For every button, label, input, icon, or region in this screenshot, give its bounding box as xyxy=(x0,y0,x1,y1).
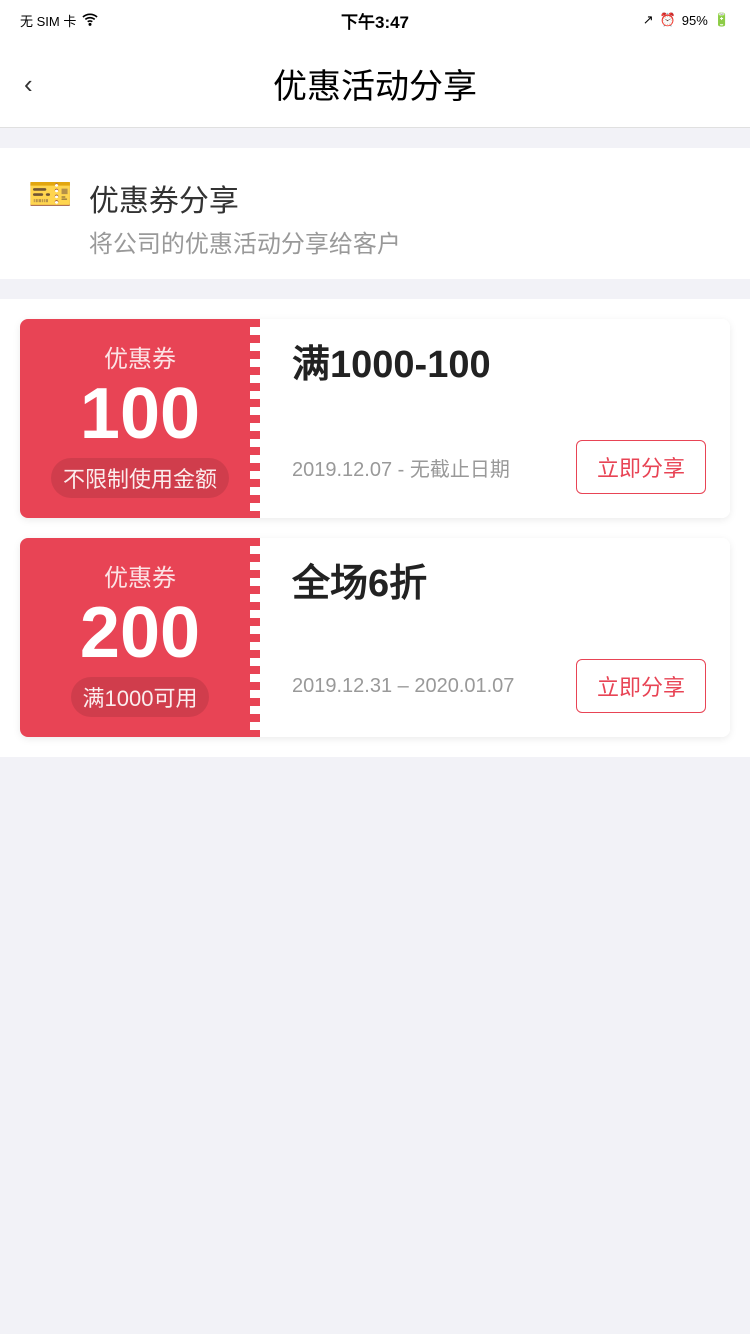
back-button[interactable]: ‹ xyxy=(24,71,33,97)
coupon-condition-2: 满1000可用 xyxy=(71,677,210,717)
battery-icon: 🔋 xyxy=(714,12,730,28)
coupon-left-1: 优惠券 100 不限制使用金额 xyxy=(20,319,260,518)
location-icon: ↗ xyxy=(643,12,654,28)
nav-title: 优惠活动分享 xyxy=(273,59,477,108)
section-title: 优惠券分享 xyxy=(89,176,401,220)
coupon-right-1: 满1000-100 2019.12.07 - 无截止日期 立即分享 xyxy=(260,319,730,518)
coupon-right-2: 全场6折 2019.12.31 – 2020.01.07 立即分享 xyxy=(260,538,730,737)
wifi-icon xyxy=(82,11,98,30)
coupon-name-2: 全场6折 xyxy=(292,562,706,608)
nav-bar: ‹ 优惠活动分享 xyxy=(0,40,750,128)
coupon-bottom-2: 2019.12.31 – 2020.01.07 立即分享 xyxy=(292,659,706,713)
coupon-date-1: 2019.12.07 - 无截止日期 xyxy=(292,453,568,482)
coupon-icon: 🎫 xyxy=(28,176,73,212)
carrier-text: 无 SIM 卡 xyxy=(20,11,76,30)
coupon-bottom-1: 2019.12.07 - 无截止日期 立即分享 xyxy=(292,440,706,494)
coupon-name-1: 满1000-100 xyxy=(292,343,706,389)
coupon-value-2: 200 xyxy=(80,597,200,669)
coupon-condition-1: 不限制使用金额 xyxy=(51,458,229,498)
coupon-left-2: 优惠券 200 满1000可用 xyxy=(20,538,260,737)
battery-text: 95% xyxy=(682,13,708,28)
coupon-label-1: 优惠券 xyxy=(104,339,176,374)
status-left: 无 SIM 卡 xyxy=(20,11,98,30)
share-button-1[interactable]: 立即分享 xyxy=(576,440,706,494)
coupons-container: 优惠券 100 不限制使用金额 满1000-100 2019.12.07 - 无… xyxy=(0,299,750,757)
coupon-value-1: 100 xyxy=(80,378,200,450)
section-subtitle: 将公司的优惠活动分享给客户 xyxy=(89,224,401,259)
coupon-card-2: 优惠券 200 满1000可用 全场6折 2019.12.31 – 2020.0… xyxy=(20,538,730,737)
status-right: ↗ ⏰ 95% 🔋 xyxy=(643,12,730,28)
coupon-label-2: 优惠券 xyxy=(104,558,176,593)
share-button-2[interactable]: 立即分享 xyxy=(576,659,706,713)
status-time: 下午3:47 xyxy=(341,8,409,33)
section-header: 🎫 优惠券分享 将公司的优惠活动分享给客户 xyxy=(0,148,750,279)
alarm-icon: ⏰ xyxy=(660,12,676,28)
status-bar: 无 SIM 卡 下午3:47 ↗ ⏰ 95% 🔋 xyxy=(0,0,750,40)
coupon-card-1: 优惠券 100 不限制使用金额 满1000-100 2019.12.07 - 无… xyxy=(20,319,730,518)
coupon-date-2: 2019.12.31 – 2020.01.07 xyxy=(292,675,568,698)
section-text: 优惠券分享 将公司的优惠活动分享给客户 xyxy=(89,176,401,259)
bottom-fill xyxy=(0,757,750,1157)
